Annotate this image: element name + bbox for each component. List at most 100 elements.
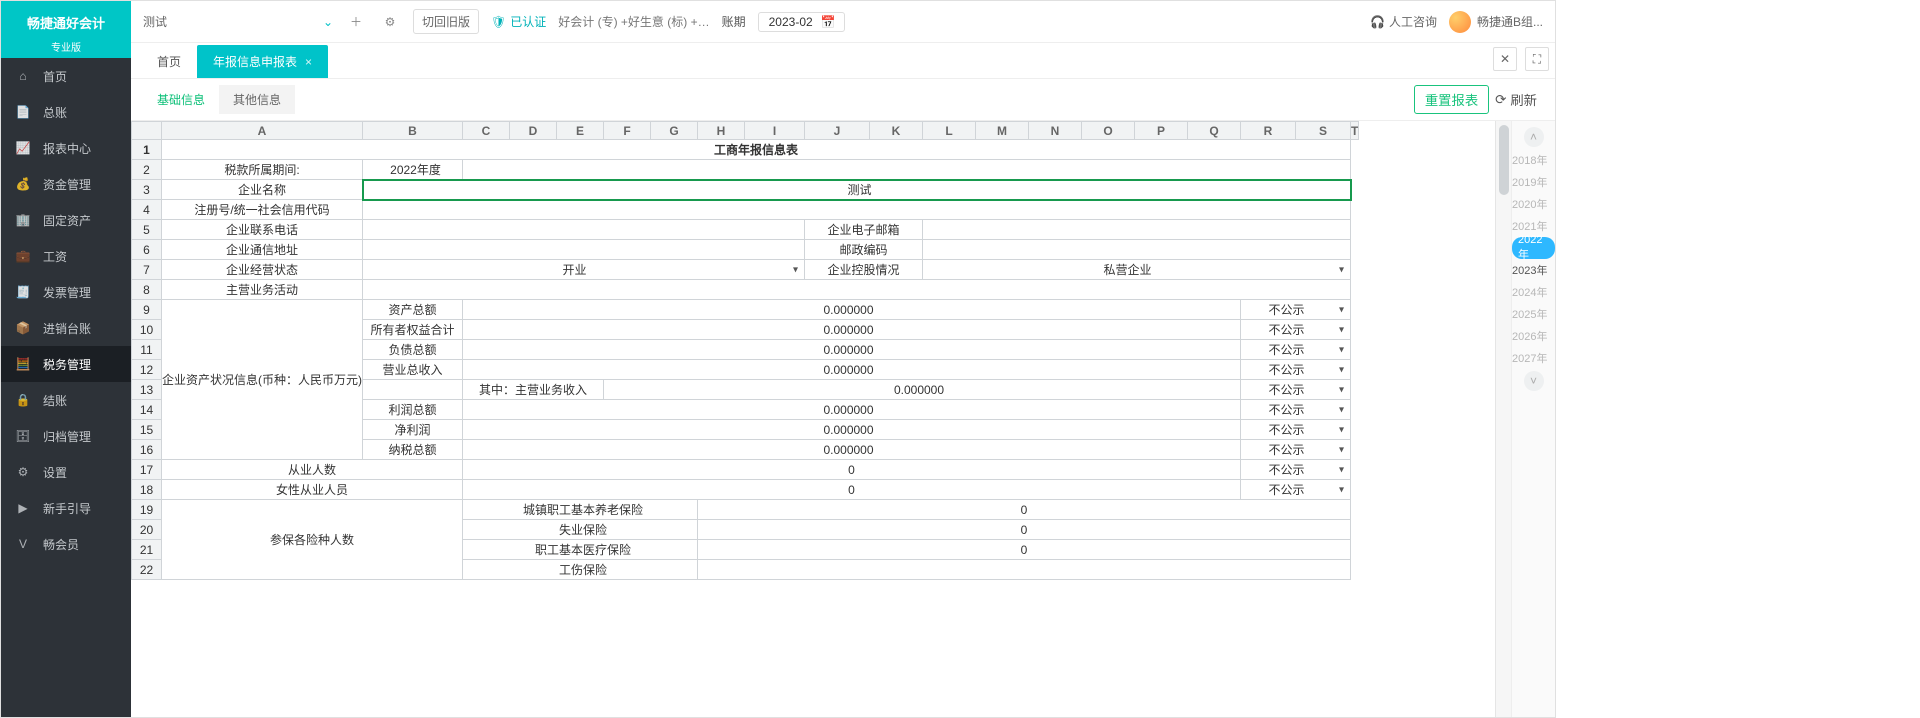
employees-label[interactable]: 从业人数 (162, 460, 463, 480)
row-header[interactable]: 4 (132, 200, 162, 220)
row-header[interactable]: 14 (132, 400, 162, 420)
metric-label[interactable] (363, 380, 463, 400)
row-header[interactable]: 12 (132, 360, 162, 380)
metric-label[interactable]: 利润总额 (363, 400, 463, 420)
sidebar-item-invoice[interactable]: 🧾发票管理 (1, 274, 131, 310)
metric-value[interactable]: 0.000000 (463, 440, 1241, 460)
email-label[interactable]: 企业电子邮箱 (805, 220, 923, 240)
col-header[interactable]: J (805, 122, 870, 140)
row-header[interactable]: 7 (132, 260, 162, 280)
phone-label[interactable]: 企业联系电话 (162, 220, 363, 240)
phone-input[interactable] (363, 220, 805, 240)
disclosure-select[interactable]: 不公示 (1241, 440, 1351, 460)
disclosure-select[interactable]: 不公示 (1241, 480, 1351, 500)
col-header[interactable]: T (1351, 122, 1359, 140)
year-option[interactable]: 2023年 (1512, 259, 1555, 281)
row-header[interactable]: 16 (132, 440, 162, 460)
business-input[interactable] (363, 280, 1351, 300)
sidebar-item-guide[interactable]: ▶新手引导 (1, 490, 131, 526)
zip-label[interactable]: 邮政编码 (805, 240, 923, 260)
col-header[interactable]: L (923, 122, 976, 140)
col-header[interactable]: A (162, 122, 363, 140)
subtab-other[interactable]: 其他信息 (219, 85, 295, 114)
year-option[interactable]: 2024年 (1512, 281, 1555, 303)
sidebar-item-home[interactable]: ⌂首页 (1, 58, 131, 94)
refresh-button[interactable]: ⟳ 刷新 (1489, 86, 1543, 113)
close-all-button[interactable]: ✕ (1493, 47, 1517, 71)
row-header[interactable]: 10 (132, 320, 162, 340)
col-header[interactable]: P (1135, 122, 1188, 140)
col-header[interactable]: S (1296, 122, 1351, 140)
year-option[interactable]: 2022年 (1512, 237, 1555, 259)
sidebar-item-salary[interactable]: 💼工资 (1, 238, 131, 274)
insurance-label[interactable]: 失业保险 (463, 520, 698, 540)
add-icon[interactable]: ＋ (345, 11, 367, 33)
col-header[interactable]: M (976, 122, 1029, 140)
year-option[interactable]: 2027年 (1512, 347, 1555, 369)
female-label[interactable]: 女性从业人员 (162, 480, 463, 500)
sidebar-item-vip[interactable]: V畅会员 (1, 526, 131, 562)
row-header[interactable]: 11 (132, 340, 162, 360)
row-header[interactable]: 6 (132, 240, 162, 260)
female-value[interactable]: 0 (463, 480, 1241, 500)
col-header[interactable]: O (1082, 122, 1135, 140)
insurance-label[interactable]: 工伤保险 (463, 560, 698, 580)
col-header[interactable]: D (510, 122, 557, 140)
reg-no-label[interactable]: 注册号/统一社会信用代码 (162, 200, 363, 220)
row-header[interactable]: 22 (132, 560, 162, 580)
metric-value[interactable]: 0.000000 (463, 360, 1241, 380)
metric-value[interactable]: 0.000000 (463, 320, 1241, 340)
status-select[interactable]: 开业 (363, 260, 805, 280)
col-header[interactable]: N (1029, 122, 1082, 140)
sidebar-item-gl[interactable]: 📄总账 (1, 94, 131, 130)
user-menu[interactable]: 畅捷通B组... (1449, 11, 1543, 33)
period-selector[interactable]: 2023-02 📅 (758, 12, 845, 32)
metric-sublabel[interactable]: 其中：主营业务收入 (463, 380, 604, 400)
metric-value[interactable]: 0.000000 (463, 400, 1241, 420)
company-name-input[interactable]: 测试 (363, 180, 1351, 200)
metric-label[interactable]: 所有者权益合计 (363, 320, 463, 340)
sidebar-item-archive[interactable]: 🗄归档管理 (1, 418, 131, 454)
email-input[interactable] (923, 220, 1351, 240)
year-option[interactable]: 2026年 (1512, 325, 1555, 347)
metric-label[interactable]: 纳税总额 (363, 440, 463, 460)
sidebar-item-setting[interactable]: ⚙设置 (1, 454, 131, 490)
insurance-label[interactable]: 城镇职工基本养老保险 (463, 500, 698, 520)
col-header[interactable]: H (698, 122, 745, 140)
col-header[interactable]: Q (1188, 122, 1241, 140)
insurance-value[interactable]: 0 (698, 500, 1351, 520)
holding-select[interactable]: 私营企业 (923, 260, 1351, 280)
sidebar-item-fa[interactable]: 🏢固定资产 (1, 202, 131, 238)
subtab-basic[interactable]: 基础信息 (143, 85, 219, 114)
gear-icon[interactable]: ⚙ (379, 11, 401, 33)
row-header[interactable]: 1 (132, 140, 162, 160)
row-header[interactable]: 19 (132, 500, 162, 520)
insurance-value[interactable]: 0 (698, 520, 1351, 540)
disclosure-select[interactable]: 不公示 (1241, 360, 1351, 380)
row-header[interactable]: 13 (132, 380, 162, 400)
cell[interactable] (463, 160, 1351, 180)
metric-value[interactable]: 0.000000 (463, 340, 1241, 360)
tab-home[interactable]: 首页 (141, 45, 197, 78)
sidebar-item-report[interactable]: 📈报表中心 (1, 130, 131, 166)
col-header[interactable]: G (651, 122, 698, 140)
metric-label[interactable]: 负债总额 (363, 340, 463, 360)
disclosure-select[interactable]: 不公示 (1241, 400, 1351, 420)
col-header[interactable]: R (1241, 122, 1296, 140)
disclosure-select[interactable]: 不公示 (1241, 460, 1351, 480)
sidebar-item-tax[interactable]: 🧮税务管理 (1, 346, 131, 382)
year-option[interactable]: 2025年 (1512, 303, 1555, 325)
period-value[interactable]: 2022年度 (363, 160, 463, 180)
insurance-value[interactable]: 0 (698, 540, 1351, 560)
metric-value[interactable]: 0.000000 (604, 380, 1241, 400)
vertical-scrollbar[interactable] (1495, 121, 1511, 717)
row-header[interactable]: 5 (132, 220, 162, 240)
disclosure-select[interactable]: 不公示 (1241, 300, 1351, 320)
tab-annual-report[interactable]: 年报信息申报表 × (197, 45, 328, 78)
period-label[interactable]: 税款所属期间: (162, 160, 363, 180)
employees-value[interactable]: 0 (463, 460, 1241, 480)
support-link[interactable]: 🎧 人工咨询 (1370, 13, 1437, 30)
reset-button[interactable]: 重置报表 (1414, 85, 1489, 114)
row-header[interactable]: 20 (132, 520, 162, 540)
col-header[interactable]: F (604, 122, 651, 140)
